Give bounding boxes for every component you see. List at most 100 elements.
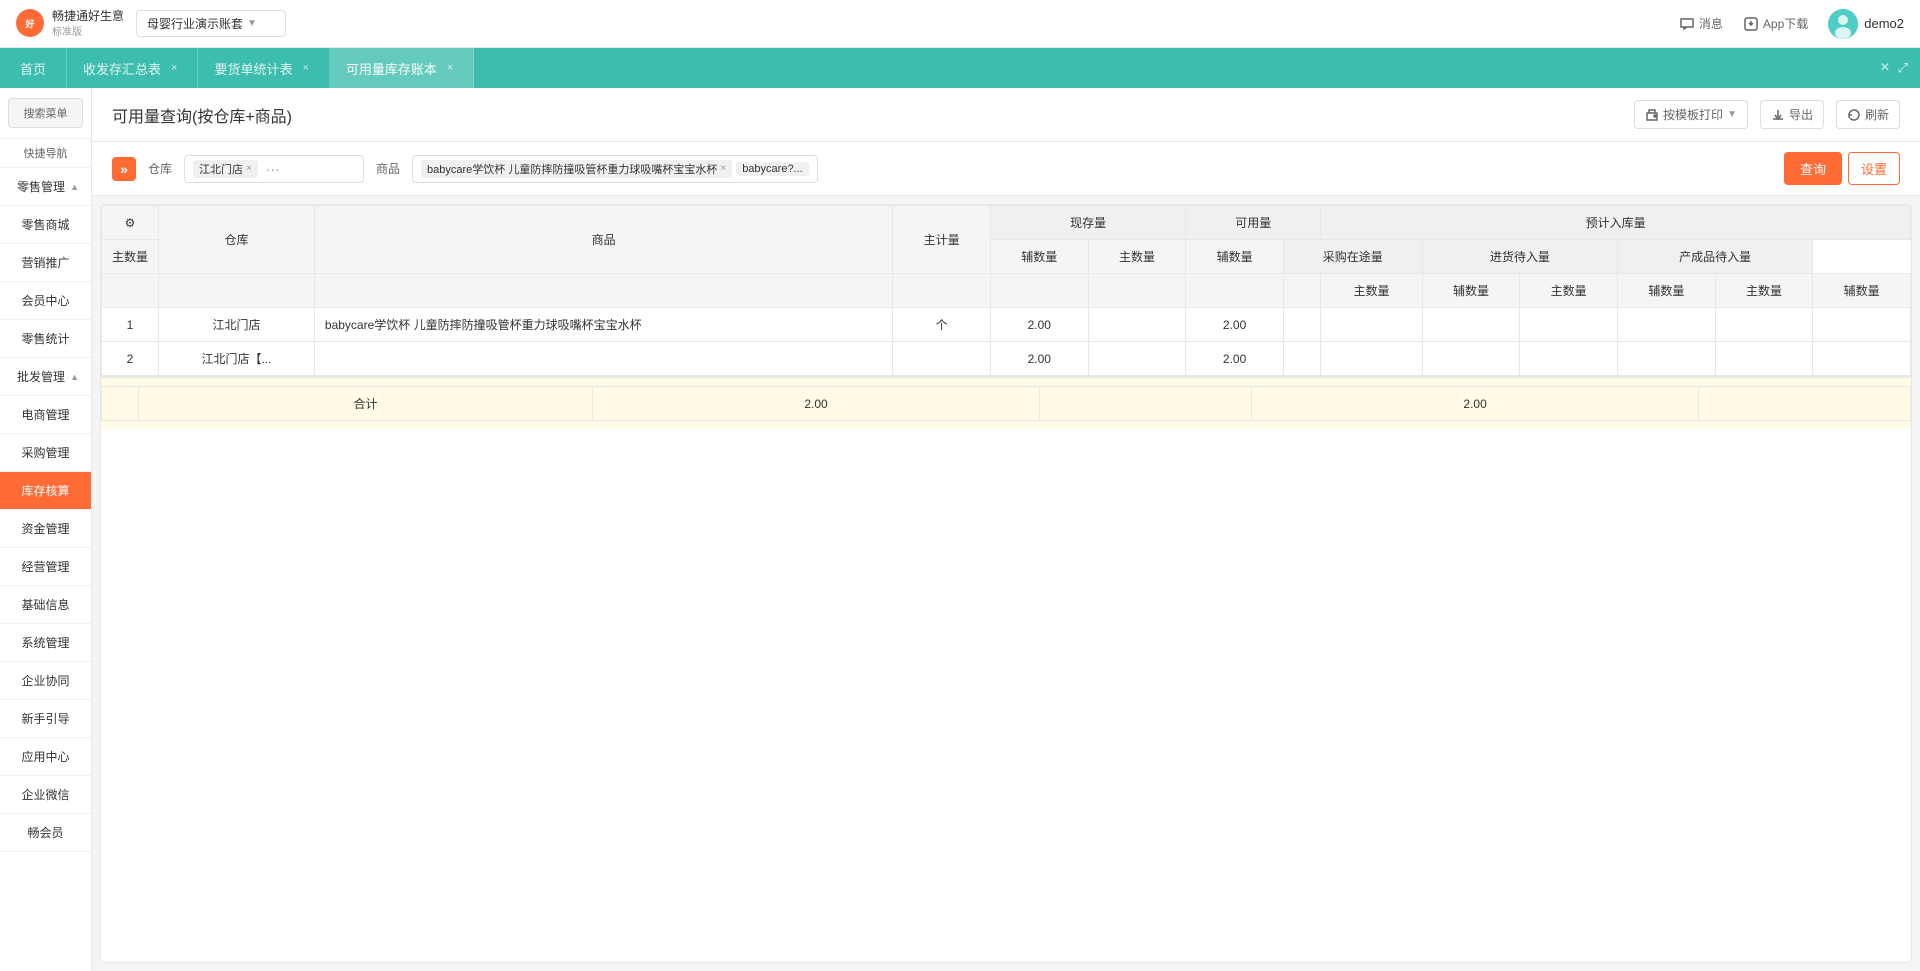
app-download-label: App下载	[1763, 15, 1808, 32]
sidebar-item-3[interactable]: 会员中心	[0, 282, 91, 320]
cell-current-main-1: 2.00	[990, 342, 1088, 376]
sidebar-item-6[interactable]: 电商管理	[0, 396, 91, 434]
message-label: 消息	[1699, 15, 1723, 32]
sidebar-item-7[interactable]: 采购管理	[0, 434, 91, 472]
close-tab-button[interactable]: ×	[1880, 59, 1889, 77]
sidebar-item-8[interactable]: 库存核算	[0, 472, 91, 510]
cell-pur-main-0	[1321, 308, 1422, 342]
sidebar-item-9[interactable]: 资金管理	[0, 510, 91, 548]
settings-button[interactable]: 设置	[1848, 152, 1900, 185]
sidebar-item-1[interactable]: 零售商城	[0, 206, 91, 244]
sidebar-item-5[interactable]: 批发管理▲	[0, 358, 91, 396]
export-button[interactable]: 导出	[1760, 100, 1824, 129]
top-bar-right: 消息 App下载 demo2	[1679, 9, 1904, 39]
refresh-button[interactable]: 刷新	[1836, 100, 1900, 129]
print-icon	[1645, 108, 1659, 122]
tab-available-inventory-close[interactable]: ×	[443, 60, 457, 76]
cell-avail-main-0: 2.00	[1186, 308, 1284, 342]
cell-index-1: 2	[102, 342, 159, 376]
sidebar-item-0[interactable]: 零售管理▲	[0, 168, 91, 206]
cell-prod-main-1	[1715, 342, 1813, 376]
tab-order-stats-close[interactable]: ×	[298, 60, 312, 76]
user-avatar-area[interactable]: demo2	[1828, 9, 1904, 39]
message-icon	[1679, 16, 1695, 32]
cell-prod-main-0	[1715, 308, 1813, 342]
col-header-settings[interactable]: ⚙	[102, 206, 159, 240]
sidebar-item-17[interactable]: 畅会员	[0, 814, 91, 852]
tab-home[interactable]: 首页	[0, 48, 67, 88]
goods-tag-1: babycare学饮杯 儿童防摔防撞吸管杯重力球吸嘴杯宝宝水杯 ×	[421, 160, 732, 178]
warehouse-filter-label: 仓库	[148, 160, 172, 177]
warehouse-tag-close[interactable]: ×	[246, 163, 252, 174]
sidebar-item-4[interactable]: 零售统计	[0, 320, 91, 358]
col-header-pur-aux: 辅数量	[1422, 274, 1520, 308]
maximize-button[interactable]: ⤢	[1898, 60, 1908, 76]
cell-goods-1	[314, 342, 892, 376]
filter-more-dots[interactable]: ···	[262, 161, 284, 177]
col-header-avail-main: 主数量	[1088, 240, 1186, 274]
sidebar-item-12[interactable]: 系统管理	[0, 624, 91, 662]
goods-filter-input[interactable]: babycare学饮杯 儿童防摔防撞吸管杯重力球吸嘴杯宝宝水杯 × babyca…	[412, 155, 818, 183]
sidebar-item-10[interactable]: 经营管理	[0, 548, 91, 586]
cell-prod-aux-1	[1813, 342, 1911, 376]
cell-pur-aux-0	[1422, 308, 1520, 342]
cell-current-main-0: 2.00	[990, 308, 1088, 342]
sidebar-item-label-12: 系统管理	[12, 634, 79, 651]
col-header-goods-sub	[314, 274, 892, 308]
quick-nav-button[interactable]: 快捷导航	[0, 139, 91, 168]
print-button[interactable]: 按模板打印 ▼	[1634, 100, 1748, 129]
sidebar-item-13[interactable]: 企业协同	[0, 662, 91, 700]
sidebar-item-label-14: 新手引导	[12, 710, 79, 727]
goods-filter-label: 商品	[376, 160, 400, 177]
col-header-aa-sub	[1283, 274, 1320, 308]
col-header-wh-sub	[159, 274, 315, 308]
sidebar-item-11[interactable]: 基础信息	[0, 586, 91, 624]
filter-expand-button[interactable]: »	[112, 157, 136, 181]
message-button[interactable]: 消息	[1679, 15, 1723, 32]
cell-current-aux-0	[1088, 308, 1186, 342]
tab-order-stats[interactable]: 要货单统计表 ×	[198, 48, 329, 88]
warehouse-filter-input[interactable]: 江北门店 × ···	[184, 155, 364, 183]
cell-in-main-1	[1520, 342, 1618, 376]
export-icon	[1771, 108, 1785, 122]
app-download-button[interactable]: App下载	[1743, 15, 1808, 32]
sidebar-section: 零售管理▲零售商城营销推广会员中心零售统计批发管理▲电商管理采购管理库存核算资金…	[0, 168, 91, 852]
cell-avail-main-1: 2.00	[1186, 342, 1284, 376]
svg-text:好: 好	[24, 18, 34, 29]
sidebar-item-label-13: 企业协同	[12, 672, 79, 689]
main-layout: 搜索菜单 快捷导航 零售管理▲零售商城营销推广会员中心零售统计批发管理▲电商管理…	[0, 88, 1920, 971]
settings-icon[interactable]: ⚙	[125, 216, 136, 230]
col-header-incoming-group: 进货待入量	[1422, 240, 1617, 274]
sidebar-item-label-17: 畅会员	[12, 824, 79, 841]
filter-actions: 查询 设置	[1784, 152, 1900, 185]
query-button[interactable]: 查询	[1784, 152, 1842, 185]
col-header-goods: 商品	[314, 206, 892, 274]
tenant-selector[interactable]: 母婴行业演示账套 ▼	[136, 10, 286, 37]
goods-tag-2: babycare?...	[736, 162, 809, 176]
goods-tag-1-close[interactable]: ×	[720, 163, 726, 174]
tab-order-stats-label: 要货单统计表	[214, 59, 292, 78]
cell-avail-aux-1	[1283, 342, 1320, 376]
sidebar-item-label-7: 采购管理	[12, 444, 79, 461]
sidebar-item-14[interactable]: 新手引导	[0, 700, 91, 738]
sidebar-item-label-16: 企业微信	[12, 786, 79, 803]
warehouse-tag-jiangbei: 江北门店 ×	[193, 160, 258, 178]
search-menu-button[interactable]: 搜索菜单	[8, 98, 83, 128]
sidebar-item-label-8: 库存核算	[12, 482, 79, 499]
tab-receive-summary[interactable]: 收发存汇总表 ×	[67, 48, 198, 88]
sidebar-item-label-3: 会员中心	[12, 292, 79, 309]
nav-actions: × ⤢	[1868, 48, 1920, 88]
goods-tag-2-label: babycare?...	[742, 163, 803, 175]
cell-in-aux-1	[1618, 342, 1716, 376]
warehouse-tag-label: 江北门店	[199, 161, 243, 177]
sidebar-arrow-icon-5: ▲	[70, 372, 79, 382]
col-header-prod-main: 主数量	[1715, 274, 1813, 308]
col-header-purchase-group: 采购在途量	[1283, 240, 1422, 274]
total-avail-main: 2.00	[1251, 387, 1698, 421]
sidebar-item-2[interactable]: 营销推广	[0, 244, 91, 282]
tab-available-inventory[interactable]: 可用量库存账本 ×	[330, 48, 474, 88]
sidebar-item-15[interactable]: 应用中心	[0, 738, 91, 776]
sidebar-item-16[interactable]: 企业微信	[0, 776, 91, 814]
col-header-ca-sub	[1088, 274, 1186, 308]
tab-receive-summary-close[interactable]: ×	[167, 60, 181, 76]
